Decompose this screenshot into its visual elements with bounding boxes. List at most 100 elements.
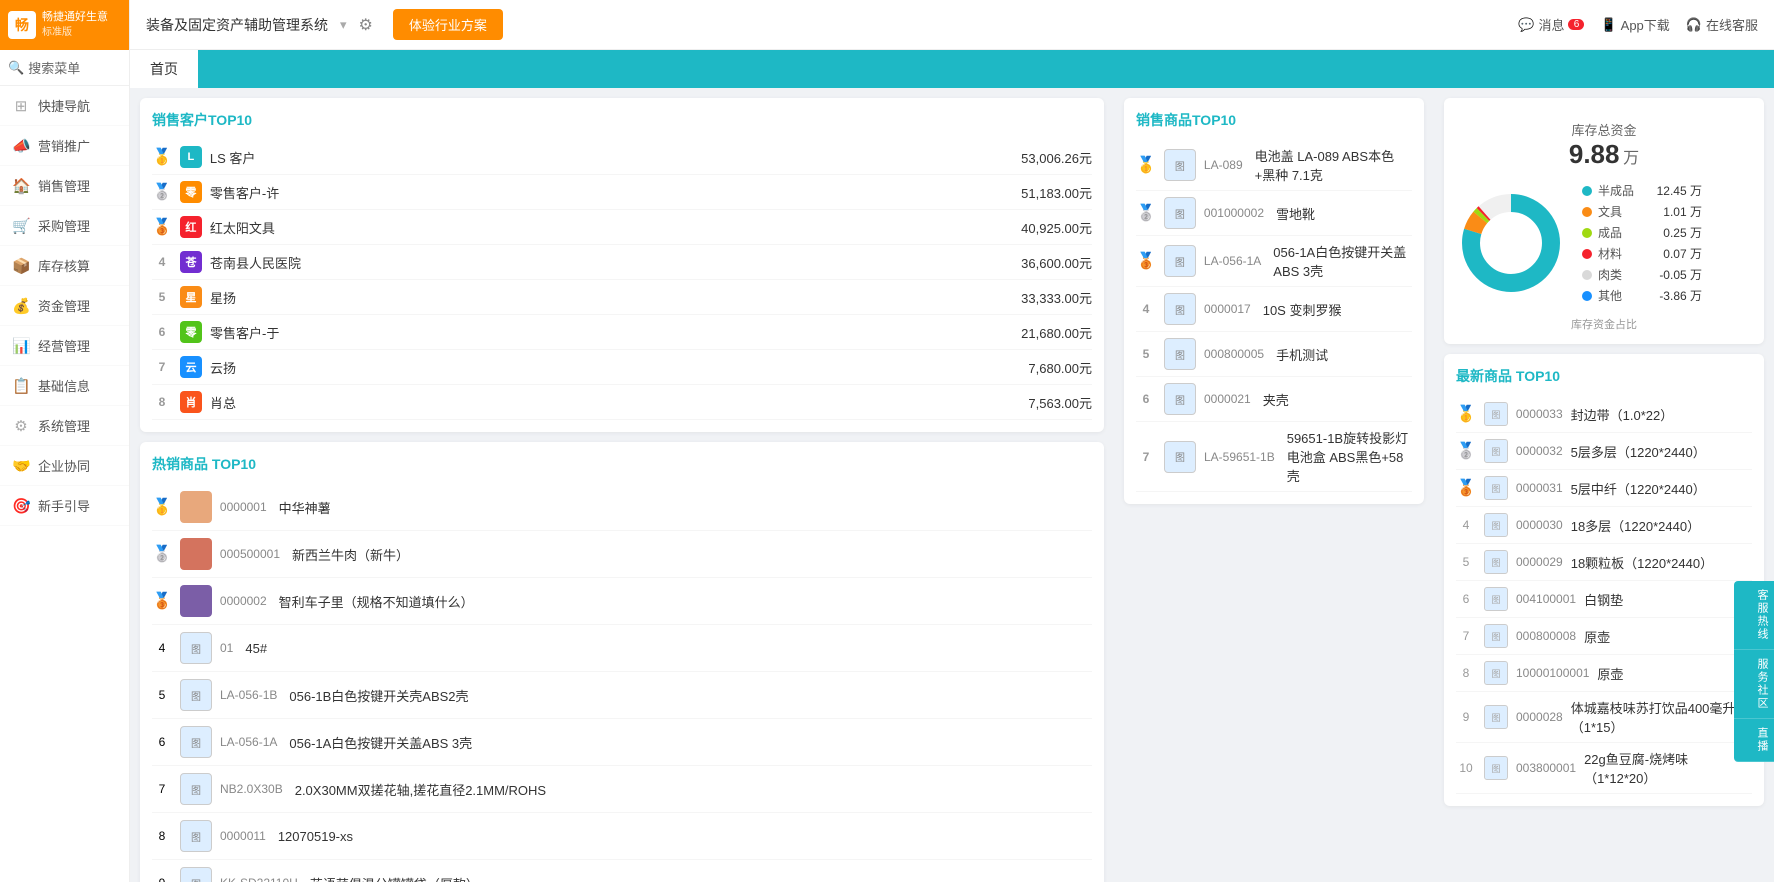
top-customers-table: 🥇 L LS 客户 53,006.26元 🥈 零 零售客户-许 51,183.0… xyxy=(152,140,1092,420)
customer-badge: 苍 xyxy=(180,251,202,273)
list-item: 5 图 0000029 18颗粒板（1220*2440） xyxy=(1456,544,1752,581)
hot-products-title: 热销商品 TOP10 xyxy=(152,454,1092,474)
product-name: 45# xyxy=(245,641,1092,656)
float-btn-服务社区[interactable]: 服务社区 xyxy=(1734,650,1774,719)
sidebar-item-营销推广[interactable]: 📣营销推广 xyxy=(0,126,129,166)
sidebar-search[interactable]: 🔍 搜索菜单 xyxy=(0,50,129,86)
sidebar-item-新手引导[interactable]: 🎯新手引导 xyxy=(0,486,129,526)
list-item: 🥇 图 0000033 封边带（1.0*22） xyxy=(1456,396,1752,433)
float-btn-直播[interactable]: 直播 xyxy=(1734,719,1774,762)
float-btn-客服热线[interactable]: 客服热线 xyxy=(1734,581,1774,650)
product-name: 雪地靴 xyxy=(1276,204,1412,223)
medal-icon: 🥈 xyxy=(152,544,172,564)
nav-icon: ⚙ xyxy=(12,417,30,435)
list-item: 🥇 0000001 中华神薯 xyxy=(152,484,1092,531)
legend-label: 文具 xyxy=(1598,203,1657,220)
legend-item: 肉类 -0.05 万 xyxy=(1582,266,1702,283)
medal-icon: 🥈 xyxy=(1456,441,1476,461)
product-code: LA-056-1A xyxy=(220,735,277,749)
phone-icon: 📱 xyxy=(1600,17,1616,33)
legend-dot xyxy=(1582,207,1592,217)
donut-chart xyxy=(1456,188,1566,298)
list-item: 🥉 0000002 智利车子里（规格不知道填什么） xyxy=(152,578,1092,625)
sidebar-item-快捷导航[interactable]: ⊞快捷导航 xyxy=(0,86,129,126)
nav-tabs: 首页 xyxy=(130,50,1774,88)
product-code: 10000100001 xyxy=(1516,666,1589,680)
table-row: 🥇 L LS 客户 53,006.26元 xyxy=(152,140,1092,175)
sidebar-item-基础信息[interactable]: 📋基础信息 xyxy=(0,366,129,406)
right-panel: 库存总资金 9.88 万 xyxy=(1434,88,1774,882)
sidebar-item-企业协同[interactable]: 🤝企业协同 xyxy=(0,446,129,486)
customer-name: 星扬 xyxy=(210,288,984,307)
sidebar-item-系统管理[interactable]: ⚙系统管理 xyxy=(0,406,129,446)
top-customers-title: 销售客户TOP10 xyxy=(152,110,1092,130)
product-name: 新西兰牛肉（新牛） xyxy=(292,545,1092,564)
product-name: 056-1A白色按键开关盖ABS 3壳 xyxy=(1273,242,1412,280)
medal-icon: 🥉 xyxy=(1136,251,1156,271)
inventory-amount-display: 9.88 万 xyxy=(1456,139,1752,170)
list-item: 5 图 000800005 手机测试 xyxy=(1136,332,1412,377)
product-code: KK-SD22110H xyxy=(220,876,298,882)
message-badge: 6 xyxy=(1568,19,1584,30)
newest-products-card: 最新商品 TOP10 🥇 图 0000033 封边带（1.0*22） 🥈 图 0… xyxy=(1444,354,1764,806)
rank-number: 4 xyxy=(1136,302,1156,316)
table-row: 7 云 云扬 7,680.00元 xyxy=(152,350,1092,385)
topbar-settings-btn[interactable]: ⚙ xyxy=(359,15,373,35)
tab-home[interactable]: 首页 xyxy=(130,50,198,88)
legend-label: 肉类 xyxy=(1598,266,1653,283)
customer-amount: 53,006.26元 xyxy=(992,148,1092,167)
product-code: 000500001 xyxy=(220,547,280,561)
legend-value: 1.01 万 xyxy=(1663,203,1702,220)
sidebar-item-label: 企业协同 xyxy=(38,456,90,475)
customer-name: LS 客户 xyxy=(210,148,984,167)
product-code: 0000002 xyxy=(220,594,267,608)
logo-icon: 畅 xyxy=(8,11,36,39)
list-item: 7 图 000800008 原壶 xyxy=(1456,618,1752,655)
list-item: 6 图 LA-056-1A 056-1A白色按键开关盖ABS 3壳 xyxy=(152,719,1092,766)
sidebar-item-资金管理[interactable]: 💰资金管理 xyxy=(0,286,129,326)
list-item: 7 图 LA-59651-1B 59651-1B旋转投影灯电池盒 ABS黑色+5… xyxy=(1136,422,1412,492)
customer-name: 肖总 xyxy=(210,393,984,412)
product-thumb: 图 xyxy=(1164,338,1196,370)
rank-number: 4 xyxy=(1456,518,1476,532)
legend-value: 0.25 万 xyxy=(1663,224,1702,241)
sidebar-item-采购管理[interactable]: 🛒采购管理 xyxy=(0,206,129,246)
rank-number: 8 xyxy=(152,395,172,409)
list-item: 4 图 01 45# xyxy=(152,625,1092,672)
product-name: 18多层（1220*2440） xyxy=(1571,516,1752,535)
inventory-donut: 半成品 12.45 万 文具 1.01 万 成品 0.25 万 材料 0.07 … xyxy=(1456,174,1752,312)
inventory-card: 库存总资金 9.88 万 xyxy=(1444,98,1764,344)
topbar-dropdown-icon[interactable]: ▾ xyxy=(340,17,347,33)
sidebar-item-label: 快捷导航 xyxy=(38,96,90,115)
product-name: 59651-1B旋转投影灯电池盒 ABS黑色+58壳 xyxy=(1287,428,1412,485)
product-name: 056-1A白色按键开关盖ABS 3壳 xyxy=(289,733,1092,752)
product-name: 22g鱼豆腐-烧烤味（1*12*20） xyxy=(1584,749,1752,787)
topbar-right: 💬 消息 6 📱 App下载 🎧 在线客服 xyxy=(1518,15,1758,34)
left-panel: 销售客户TOP10 🥇 L LS 客户 53,006.26元 🥈 零 零售客户-… xyxy=(130,88,1114,882)
product-thumb: 图 xyxy=(180,820,212,852)
list-item: 🥈 000500001 新西兰牛肉（新牛） xyxy=(152,531,1092,578)
product-thumb: 图 xyxy=(1164,293,1196,325)
rank-number: 7 xyxy=(152,360,172,374)
rank-number: 5 xyxy=(152,290,172,304)
sidebar-item-经营管理[interactable]: 📊经营管理 xyxy=(0,326,129,366)
legend-label: 半成品 xyxy=(1598,182,1651,199)
app-download-btn[interactable]: 📱 App下载 xyxy=(1600,15,1669,34)
float-buttons: 客服热线服务社区直播 xyxy=(1734,581,1774,762)
messages-btn[interactable]: 💬 消息 6 xyxy=(1518,15,1584,34)
rank-number: 8 xyxy=(1456,666,1476,680)
product-thumb: 图 xyxy=(180,679,212,711)
product-thumb: 图 xyxy=(1484,550,1508,574)
online-service-btn[interactable]: 🎧 在线客服 xyxy=(1686,15,1758,34)
medal-icon: 🥇 xyxy=(1456,404,1476,424)
product-code: 0000032 xyxy=(1516,444,1563,458)
sidebar-item-销售管理[interactable]: 🏠销售管理 xyxy=(0,166,129,206)
trial-btn[interactable]: 体验行业方案 xyxy=(393,9,503,40)
sidebar-item-label: 经营管理 xyxy=(38,336,90,355)
customer-amount: 7,680.00元 xyxy=(992,358,1092,377)
list-item: 9 图 0000028 体城嘉枝味苏打饮品400毫升（1*15） xyxy=(1456,692,1752,743)
product-name: 中华神薯 xyxy=(279,498,1092,517)
list-item: 7 图 NB2.0X30B 2.0X30MM双搓花轴,搓花直径2.1MM/ROH… xyxy=(152,766,1092,813)
sidebar-item-库存核算[interactable]: 📦库存核算 xyxy=(0,246,129,286)
list-item: 4 图 0000030 18多层（1220*2440） xyxy=(1456,507,1752,544)
